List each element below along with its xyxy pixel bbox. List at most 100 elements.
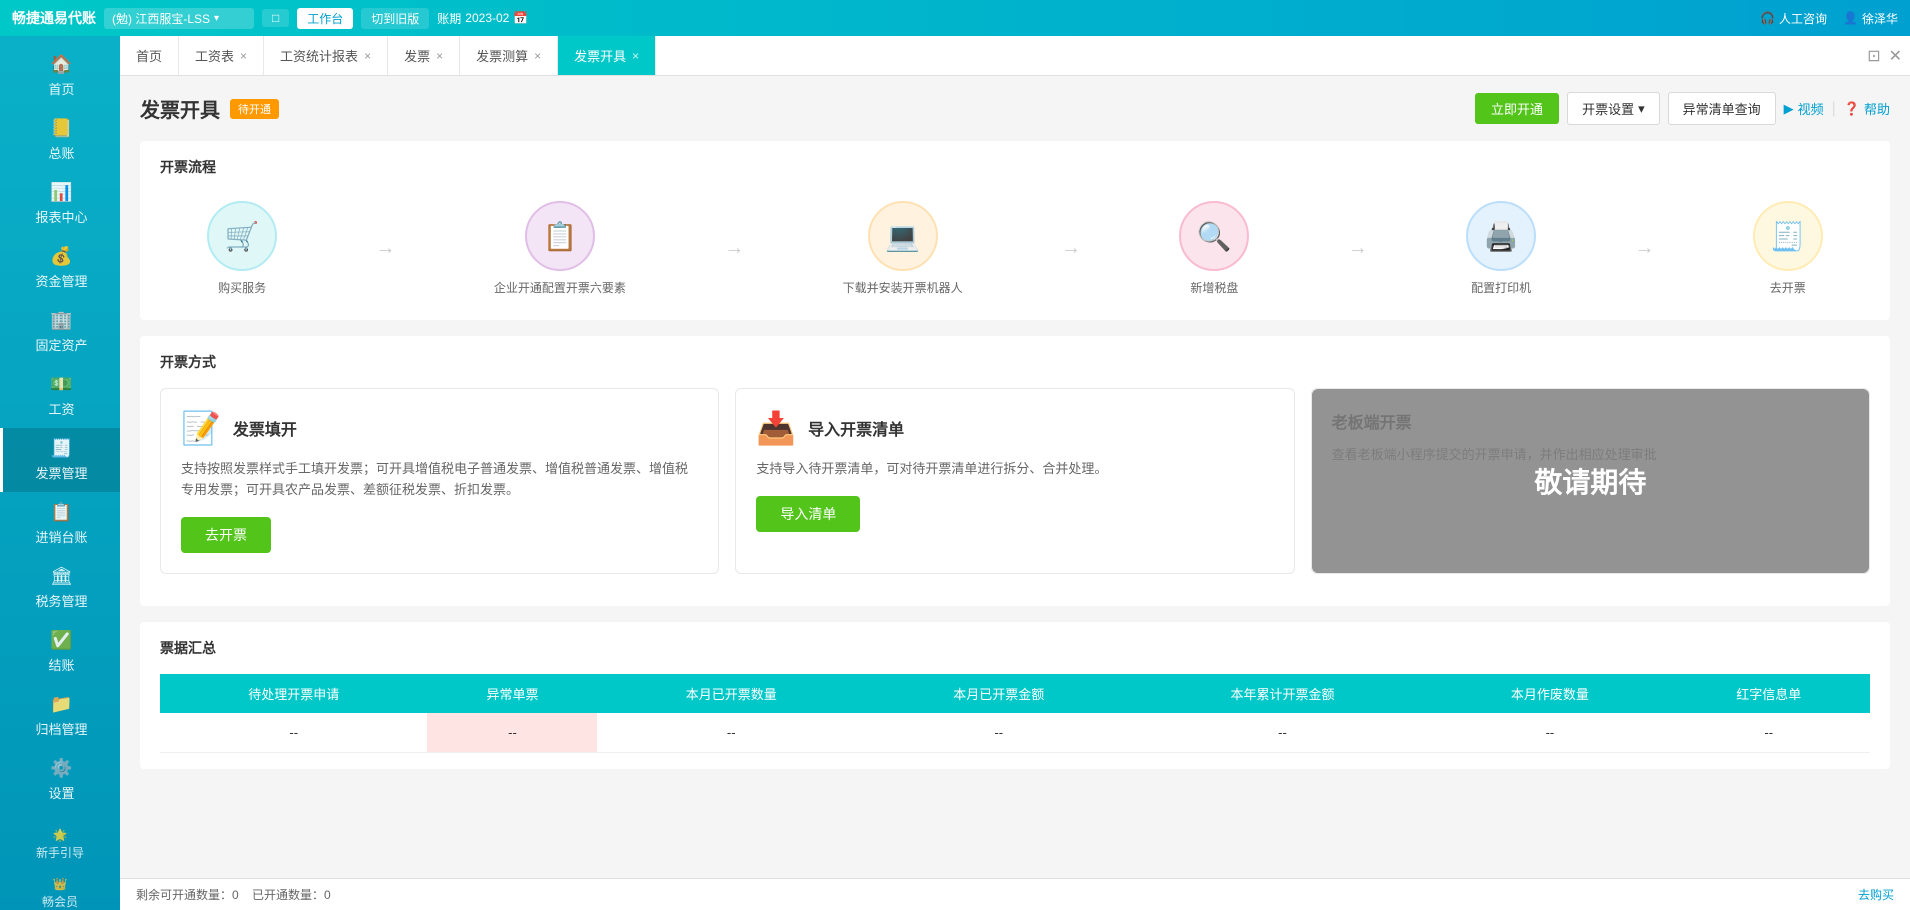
page-actions: 立即开通 开票设置 ▾ 异常清单查询 ▶ 视频 | ❓ 帮助 (1475, 92, 1890, 125)
col-pending: 待处理开票申请 (160, 674, 427, 713)
sidebar-item-salary[interactable]: 💵 工资 (0, 364, 120, 428)
period-label: 账期 (437, 10, 461, 27)
sidebar-item-invoice[interactable]: 🧾 发票管理 (0, 428, 120, 492)
window-close-icon[interactable]: ✕ (1889, 46, 1902, 66)
overlay-soon-text: 敬请期待 (1534, 461, 1646, 501)
boss-invoice-overlay: 敬请期待 (1312, 389, 1869, 573)
sidebar-item-settle[interactable]: ✅ 结账 (0, 620, 120, 684)
process-step-enterprise-config[interactable]: 📋 企业开通配置开票六要素 (494, 201, 626, 296)
col-void-count: 本月作废数量 (1432, 674, 1667, 713)
import-list-icon: 📥 (756, 409, 796, 447)
tax-icon: 🏛 (50, 566, 73, 587)
import-list-desc: 支持导入待开票清单，可对待开票清单进行拆分、合并处理。 (756, 459, 1273, 480)
open-now-button[interactable]: 立即开通 (1475, 93, 1559, 124)
buy-link[interactable]: 去购买 (1858, 886, 1894, 903)
process-step-download-robot[interactable]: 💻 下载并安装开票机器人 (843, 201, 963, 296)
sidebar-item-archive[interactable]: 📁 归档管理 (0, 684, 120, 748)
tab-invoice-list[interactable]: 发票 × (388, 36, 460, 75)
process-section-title: 开票流程 (160, 157, 1870, 177)
sidebar-item-ledger[interactable]: 📒 总账 (0, 108, 120, 172)
tab-home[interactable]: 首页 (120, 36, 179, 75)
workspace-button[interactable]: 工作台 (297, 8, 353, 29)
close-salary-report-icon[interactable]: × (364, 49, 371, 63)
close-invoice-list-icon[interactable]: × (436, 49, 443, 63)
cell-red-info: -- (1667, 713, 1870, 753)
copy-button[interactable]: □ (262, 9, 289, 27)
content-area: 首页 工资表 × 工资统计报表 × 发票 × 发票测算 × 发票开具 × (120, 36, 1910, 910)
sidebar-bottom: 🌟 新手引导 👑 畅会员 📌 取消固定 (0, 812, 120, 910)
exception-query-button[interactable]: 异常清单查询 (1668, 92, 1776, 125)
sidebar-item-reports[interactable]: 📊 报表中心 (0, 172, 120, 236)
sidebar-item-newbie[interactable]: 🌟 新手引导 (0, 820, 120, 869)
company-selector[interactable]: (勉) 江西服宝-LSS ▾ (104, 8, 254, 29)
close-invoice-tool-icon[interactable]: × (632, 49, 639, 63)
headset-icon: 🎧 (1760, 11, 1775, 25)
process-step-add-taxdisk[interactable]: 🔍 新增税盘 (1179, 201, 1249, 296)
sidebar-label-purchase: 进销台账 (35, 527, 87, 546)
sidebar-item-home[interactable]: 🏠 首页 (0, 44, 120, 108)
close-salary-table-icon[interactable]: × (240, 49, 247, 63)
divider: | (1832, 100, 1836, 118)
tab-salary-report[interactable]: 工资统计报表 × (264, 36, 388, 75)
process-step-issue-invoice[interactable]: 🧾 去开票 (1753, 201, 1823, 296)
issue-invoice-icon: 🧾 (1753, 201, 1823, 271)
sidebar-item-capital[interactable]: 💰 资金管理 (0, 236, 120, 300)
summary-table: 待处理开票申请 异常单票 本月已开票数量 本月已开票金额 本年累计开票金额 本月… (160, 674, 1870, 753)
company-dropdown-icon: ▾ (214, 13, 219, 24)
config-printer-icon: 🖨️ (1466, 201, 1536, 271)
used-label: 已开通数量：0 (252, 888, 331, 902)
go-issue-button[interactable]: 去开票 (181, 517, 271, 553)
window-restore-icon[interactable]: ⊡ (1867, 46, 1880, 66)
sidebar-item-purchase[interactable]: 📋 进销台账 (0, 492, 120, 556)
manual-fill-icon: 📝 (181, 409, 221, 447)
col-red-info: 红字信息单 (1667, 674, 1870, 713)
enterprise-config-icon: 📋 (525, 201, 595, 271)
sidebar-label-home: 首页 (48, 79, 74, 98)
sidebar-label-invoice: 发票管理 (35, 463, 87, 482)
username: 徐泽华 (1862, 10, 1898, 27)
service-button[interactable]: 🎧 人工咨询 (1760, 10, 1827, 27)
process-step-buy-service[interactable]: 🛒 购买服务 (207, 201, 277, 296)
newbie-icon: 🌟 (53, 828, 68, 842)
method-section-title: 开票方式 (160, 352, 1870, 372)
home-icon: 🏠 (50, 54, 72, 75)
period-display: 账期 2023-02 📅 (437, 10, 528, 27)
close-invoice-calc-icon[interactable]: × (534, 49, 541, 63)
buy-service-icon: 🛒 (207, 201, 277, 271)
process-flow: 🛒 购买服务 → 📋 企业开通配置开票六要素 → 💻 下载并安装开票机器人 → (160, 193, 1870, 304)
tab-invoice-calc[interactable]: 发票测算 × (460, 36, 558, 75)
top-bar-left: 畅捷通易代账 (勉) 江西服宝-LSS ▾ □ 工作台 切到旧版 账期 2023… (12, 8, 528, 29)
tab-salary-table[interactable]: 工资表 × (179, 36, 264, 75)
user-icon: 👤 (1843, 11, 1858, 25)
import-list-button[interactable]: 导入清单 (756, 496, 860, 532)
page-title: 发票开具 (140, 94, 220, 123)
arrow-2: → (724, 237, 744, 260)
sidebar-item-member[interactable]: 👑 畅会员 (0, 869, 120, 910)
status-badge: 待开通 (230, 99, 279, 119)
salary-icon: 💵 (50, 374, 72, 395)
sidebar-label-settle: 结账 (48, 655, 74, 674)
reports-icon: 📊 (50, 182, 72, 203)
cell-year-amount: -- (1132, 713, 1432, 753)
help-button[interactable]: ❓ 帮助 (1844, 99, 1890, 118)
period-value: 2023-02 (465, 11, 509, 25)
top-bar-right: 🎧 人工咨询 👤 徐泽华 (1760, 10, 1898, 27)
cell-pending: -- (160, 713, 427, 753)
help-icon: ❓ (1844, 101, 1860, 117)
user-profile[interactable]: 👤 徐泽华 (1843, 10, 1898, 27)
settings-icon: ⚙️ (50, 758, 72, 779)
sidebar-item-assets[interactable]: 🏢 固定资产 (0, 300, 120, 364)
arrow-3: → (1061, 237, 1081, 260)
process-step-config-printer[interactable]: 🖨️ 配置打印机 (1466, 201, 1536, 296)
sidebar-item-settings[interactable]: ⚙️ 设置 (0, 748, 120, 812)
capital-icon: 💰 (50, 246, 72, 267)
summary-section: 票据汇总 待处理开票申请 异常单票 本月已开票数量 本月已开票金额 本年累计开票… (140, 622, 1890, 769)
open-settings-button[interactable]: 开票设置 ▾ (1567, 92, 1660, 125)
cell-void-count: -- (1432, 713, 1667, 753)
calendar-icon[interactable]: 📅 (513, 11, 528, 25)
view-video-button[interactable]: ▶ 视频 (1784, 99, 1824, 118)
settings-dropdown-icon: ▾ (1638, 101, 1645, 117)
sidebar-item-tax[interactable]: 🏛 税务管理 (0, 556, 120, 620)
tab-invoice-tool[interactable]: 发票开具 × (558, 36, 656, 75)
switch-old-button[interactable]: 切到旧版 (361, 8, 429, 29)
